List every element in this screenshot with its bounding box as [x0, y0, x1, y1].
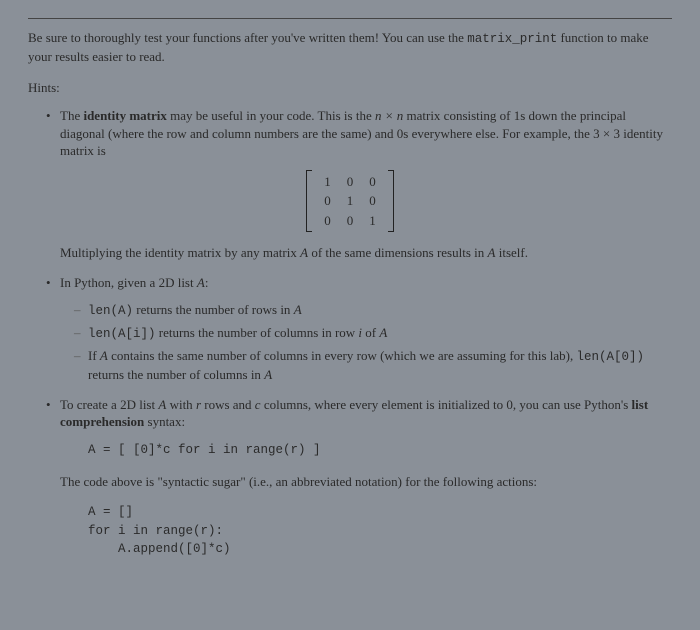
horizontal-rule — [28, 18, 672, 19]
bullet-dot-icon: • — [46, 396, 60, 431]
b2-pre: In Python, given a 2D list — [60, 275, 197, 290]
code-b-l2: for i in range(r): — [88, 522, 672, 541]
sa-txt: returns the number of rows in — [133, 302, 294, 317]
bullet-python: • In Python, given a 2D list A: — [28, 274, 672, 292]
b3-pre: To create a 2D list — [60, 397, 158, 412]
sb-of: of — [362, 325, 379, 340]
sub-a-content: len(A) returns the number of rows in A — [88, 301, 672, 320]
b2-post: : — [205, 275, 209, 290]
b2-A: A — [197, 275, 205, 290]
bullet-create-content: To create a 2D list A with r rows and c … — [60, 396, 672, 431]
am-A1: A — [300, 245, 308, 260]
am-mid: of the same dimensions results in — [308, 245, 487, 260]
m01: 0 — [339, 172, 362, 192]
intro-code: matrix_print — [467, 32, 557, 46]
m10: 0 — [316, 191, 339, 211]
bullet-dot-icon: • — [46, 274, 60, 292]
bullet-identity: • The identity matrix may be useful in y… — [28, 107, 672, 160]
matrix-brackets: 100 010 001 — [306, 170, 394, 233]
sub-c-content: If A contains the same number of columns… — [88, 347, 672, 383]
b1-mid1: may be useful in your code. This is the — [167, 108, 375, 123]
m11: 1 — [339, 191, 362, 211]
document-page: Be sure to thoroughly test your function… — [0, 0, 700, 591]
intro-paragraph: Be sure to thoroughly test your function… — [28, 29, 672, 65]
dash-icon: – — [74, 301, 88, 320]
dash-icon: – — [74, 324, 88, 343]
m00: 1 — [316, 172, 339, 192]
am-post: itself. — [495, 245, 528, 260]
b3-post: syntax: — [144, 414, 185, 429]
code-comprehension: A = [ [0]*c for i in range(r) ] — [28, 441, 672, 460]
sb-txt: returns the number of columns in row — [156, 325, 359, 340]
sub-b-content: len(A[i]) returns the number of columns … — [88, 324, 672, 343]
am-pre: Multiplying the identity matrix by any m… — [60, 245, 300, 260]
sb-code: len(A[i]) — [88, 327, 156, 341]
m02: 0 — [361, 172, 384, 192]
dash-icon: – — [74, 347, 88, 383]
b3-mid2: rows and — [201, 397, 255, 412]
bullet-identity-content: The identity matrix may be useful in you… — [60, 107, 672, 160]
b3-mid3: columns, where every element is initiali… — [261, 397, 632, 412]
b1-nxn: n × n — [375, 108, 403, 123]
sub-a: – len(A) returns the number of rows in A — [74, 301, 672, 320]
bullet-create: • To create a 2D list A with r rows and … — [28, 396, 672, 431]
bullet-dot-icon: • — [46, 107, 60, 160]
sc-A2: A — [264, 367, 272, 382]
m12: 0 — [361, 191, 384, 211]
sa-code: len(A) — [88, 304, 133, 318]
hints-heading: Hints: — [28, 79, 672, 97]
sc-code: len(A[0]) — [576, 350, 644, 364]
b3-mid: with — [166, 397, 196, 412]
bullet-python-content: In Python, given a 2D list A: — [60, 274, 672, 292]
sc-A1: A — [100, 348, 108, 363]
sugar-text: The code above is "syntactic sugar" (i.e… — [28, 473, 672, 491]
sub-c: – If A contains the same number of colum… — [74, 347, 672, 383]
sa-A: A — [294, 302, 302, 317]
sub-b: – len(A[i]) returns the number of column… — [74, 324, 672, 343]
b1-bold: identity matrix — [83, 108, 166, 123]
sc-mid: contains the same number of columns in e… — [108, 348, 577, 363]
code-a: A = [ [0]*c for i in range(r) ] — [88, 441, 672, 460]
after-matrix-text: Multiplying the identity matrix by any m… — [28, 244, 672, 262]
intro-pre: Be sure to thoroughly test your function… — [28, 30, 467, 45]
m21: 0 — [339, 211, 362, 231]
code-b-l1: A = [] — [88, 503, 672, 522]
m20: 0 — [316, 211, 339, 231]
code-b-l3: A.append([0]*c) — [88, 540, 672, 559]
code-expanded: A = [] for i in range(r): A.append([0]*c… — [28, 503, 672, 559]
sb-A: A — [379, 325, 387, 340]
m22: 1 — [361, 211, 384, 231]
identity-matrix: 100 010 001 — [28, 170, 672, 233]
sc-pre: If — [88, 348, 100, 363]
sc-post: returns the number of columns in — [88, 367, 264, 382]
sublist: – len(A) returns the number of rows in A… — [28, 301, 672, 383]
b1-pre: The — [60, 108, 83, 123]
matrix-table: 100 010 001 — [316, 172, 384, 231]
